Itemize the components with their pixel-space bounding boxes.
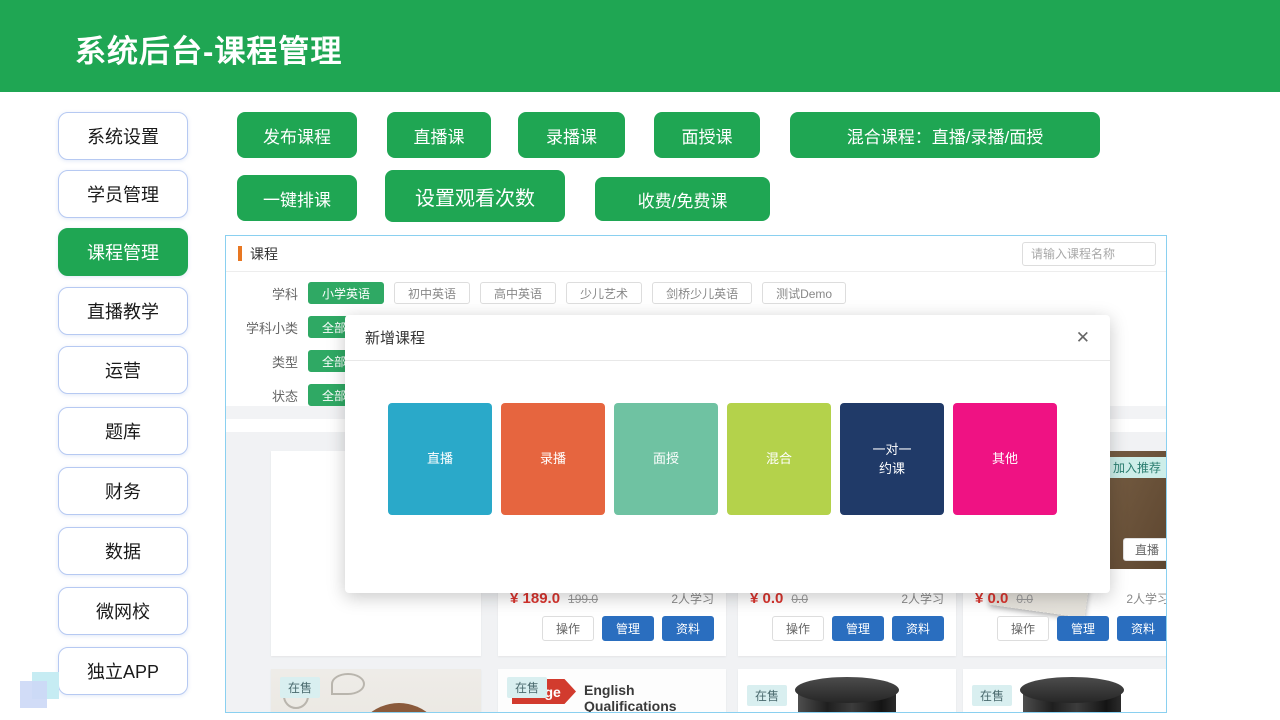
app-header: 系统后台-课程管理: [0, 0, 1280, 92]
live-course-button[interactable]: 直播课: [387, 112, 491, 158]
course-old-price: 199.0: [568, 592, 598, 606]
operate-button[interactable]: 操作: [772, 616, 824, 641]
course-old-price: 0.0: [791, 592, 808, 606]
sidebar-item-operations[interactable]: 运营: [58, 346, 188, 394]
add-course-modal: 新增课程 ✕ 直播 录播 面授 混合 一对一 约课 其他: [345, 315, 1110, 593]
manage-button[interactable]: 管理: [602, 616, 654, 641]
course-type-card-live[interactable]: 直播: [388, 403, 492, 515]
course-cover: 在售: [271, 669, 481, 713]
course-type-label: 面授: [653, 449, 679, 469]
corner-decoration: [20, 681, 47, 708]
operate-button[interactable]: 操作: [542, 616, 594, 641]
recommend-badge[interactable]: 加入推荐: [1105, 457, 1167, 478]
offline-course-button[interactable]: 面授课: [654, 112, 760, 158]
panel-title: 课程: [250, 244, 278, 264]
course-card[interactable]: 在售: [271, 669, 481, 713]
filter-tag-primary-english[interactable]: 小学英语: [308, 282, 384, 304]
screen: 系统后台-课程管理 系统设置 学员管理 课程管理 直播教学 运营 题库 财务 数…: [0, 0, 1280, 720]
filter-label-type: 类型: [226, 352, 298, 371]
paid-free-course-button[interactable]: 收费/免费课: [595, 177, 770, 221]
mixed-course-button[interactable]: 混合课程：直播/录播/面授: [790, 112, 1100, 158]
on-sale-badge: 在售: [747, 685, 787, 706]
set-view-count-button[interactable]: 设置观看次数: [385, 170, 565, 222]
one-click-schedule-button[interactable]: 一键排课: [237, 175, 357, 221]
course-type-card-other[interactable]: 其他: [953, 403, 1057, 515]
accent-bar: [238, 246, 242, 261]
product-photo: [1020, 677, 1124, 713]
page-title: 系统后台-课程管理: [75, 26, 342, 71]
filter-label-subcategory: 学科小类: [226, 318, 298, 337]
sidebar-item-micro-school[interactable]: 微网校: [58, 587, 188, 635]
filter-tag-junior-english[interactable]: 初中英语: [394, 282, 470, 304]
sidebar-item-finance[interactable]: 财务: [58, 467, 188, 515]
course-old-price: 0.0: [1016, 592, 1033, 606]
sidebar-item-student-management[interactable]: 学员管理: [58, 170, 188, 218]
on-sale-badge: 在售: [507, 677, 547, 698]
course-card[interactable]: 在售: [738, 669, 956, 713]
panel-header: 课程: [226, 236, 1166, 272]
product-photo: [795, 677, 899, 713]
student-count: 2人学习: [1126, 590, 1167, 607]
course-cover: 在售: [738, 677, 956, 713]
modal-body: 直播 录播 面授 混合 一对一 约课 其他: [345, 361, 1110, 593]
course-cover: 在售: [963, 677, 1167, 713]
on-sale-badge: 在售: [972, 685, 1012, 706]
material-button[interactable]: 资料: [1117, 616, 1167, 641]
modal-title: 新增课程: [365, 327, 425, 348]
filter-tag-test-demo[interactable]: 测试Demo: [762, 282, 846, 304]
course-cover: bridge English Qualifications 在售: [498, 669, 726, 713]
filter-tag-cambridge-children-english[interactable]: 剑桥少儿英语: [652, 282, 752, 304]
cambridge-title: English Qualifications: [584, 682, 726, 713]
live-type-label: 直播: [1123, 538, 1167, 561]
operate-button[interactable]: 操作: [997, 616, 1049, 641]
sidebar-item-question-bank[interactable]: 题库: [58, 407, 188, 455]
recorded-course-button[interactable]: 录播课: [518, 112, 625, 158]
filter-label-subject: 学科: [226, 284, 298, 303]
course-type-card-mixed[interactable]: 混合: [727, 403, 831, 515]
course-type-label: 一对一 约课: [872, 440, 911, 479]
course-card[interactable]: 在售: [963, 669, 1167, 713]
course-search-input[interactable]: [1022, 242, 1156, 266]
filter-tag-children-art[interactable]: 少儿艺术: [566, 282, 642, 304]
course-type-label: 录播: [540, 449, 566, 469]
filter-label-status: 状态: [226, 386, 298, 405]
course-type-card-offline[interactable]: 面授: [614, 403, 718, 515]
filter-tag-senior-english[interactable]: 高中英语: [480, 282, 556, 304]
manage-button[interactable]: 管理: [832, 616, 884, 641]
course-type-card-recorded[interactable]: 录播: [501, 403, 605, 515]
manage-button[interactable]: 管理: [1057, 616, 1109, 641]
course-card[interactable]: bridge English Qualifications 在售: [498, 669, 726, 713]
filter-row-subject: 学科 小学英语 初中英语 高中英语 少儿艺术 剑桥少儿英语 测试Demo: [226, 276, 1166, 310]
sidebar-item-data[interactable]: 数据: [58, 527, 188, 575]
sidebar-item-standalone-app[interactable]: 独立APP: [58, 647, 188, 695]
publish-course-button[interactable]: 发布课程: [237, 112, 357, 158]
modal-header: 新增课程 ✕: [345, 315, 1110, 361]
on-sale-badge: 在售: [280, 677, 320, 698]
material-button[interactable]: 资料: [662, 616, 714, 641]
course-type-label: 其他: [992, 449, 1018, 469]
close-icon[interactable]: ✕: [1076, 329, 1090, 346]
sidebar-item-live-teaching[interactable]: 直播教学: [58, 287, 188, 335]
sidebar-item-system-settings[interactable]: 系统设置: [58, 112, 188, 160]
course-type-label: 直播: [427, 449, 453, 469]
sidebar-item-course-management[interactable]: 课程管理: [58, 228, 188, 276]
course-type-card-one-on-one[interactable]: 一对一 约课: [840, 403, 944, 515]
material-button[interactable]: 资料: [892, 616, 944, 641]
course-type-label: 混合: [766, 449, 792, 469]
